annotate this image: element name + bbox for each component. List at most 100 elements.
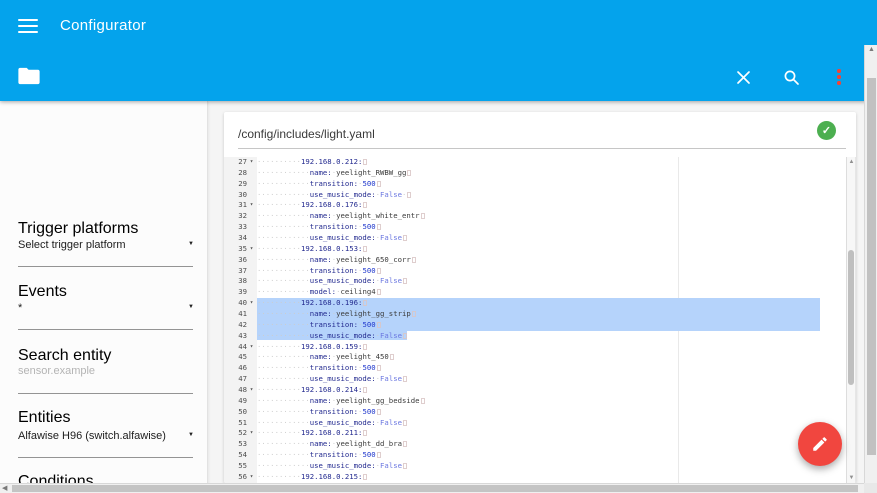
code-line[interactable]: ············name:·yeelight_gg_bedside — [257, 396, 823, 407]
line-number[interactable]: 42 — [224, 320, 257, 331]
code-line[interactable]: ············name:·yeelight_450 — [257, 352, 823, 363]
page-horizontal-scrollbar[interactable]: ◀ — [0, 483, 864, 493]
fold-arrow-icon[interactable]: ▾ — [247, 244, 256, 255]
line-number[interactable]: 37 — [224, 266, 257, 277]
code-line[interactable]: ··········192.168.0.211: — [257, 428, 823, 439]
line-number[interactable]: 43 — [224, 331, 257, 342]
editor-scrollbar-thumb[interactable] — [848, 250, 854, 385]
folder-icon[interactable] — [18, 67, 40, 85]
line-number[interactable]: 49 — [224, 396, 257, 407]
scroll-left-icon[interactable]: ◀ — [2, 484, 7, 492]
entities-value: Alfawise H96 (switch.alfawise) — [18, 430, 166, 442]
overflow-menu-icon[interactable] — [829, 67, 849, 87]
line-number[interactable]: 30 — [224, 190, 257, 201]
editor-scrollbar[interactable]: ▲ ▼ — [846, 157, 856, 483]
fold-arrow-icon[interactable]: ▾ — [247, 200, 256, 211]
code-line[interactable]: ··········192.168.0.196: — [257, 298, 823, 310]
code-text: ············name:·yeelight_dd_bra — [257, 439, 407, 448]
search-entity-label: Search entity — [18, 347, 112, 364]
code-line[interactable]: ··········192.168.0.215: — [257, 472, 823, 483]
code-line[interactable]: ············transition:·500 — [257, 222, 823, 233]
line-number-gutter[interactable]: 27 ▾ 28 29 30 31 ▾ 32 33 34 35 ▾ 36 37 38 39 40 ▾ 41 42 43 44… — [224, 157, 257, 483]
line-number[interactable]: 38 — [224, 276, 257, 287]
line-number[interactable]: 34 — [224, 233, 257, 244]
search-entity-input[interactable] — [18, 365, 194, 377]
code-line[interactable]: ············name:·yeelight_RWBW_gg — [257, 168, 823, 179]
code-area[interactable]: ··········192.168.0.212: ············name… — [257, 157, 823, 483]
code-line[interactable]: ············transition:·500 — [257, 363, 823, 374]
code-line[interactable]: ············use_music_mode:·False· — [257, 190, 823, 201]
line-number[interactable]: 44 ▾ — [224, 342, 257, 353]
code-line[interactable]: ············transition:·500 — [257, 179, 823, 190]
code-line[interactable]: ············name:·yeelight_gg_strip — [257, 309, 823, 320]
line-number[interactable]: 47 — [224, 374, 257, 385]
search-icon[interactable] — [781, 67, 801, 87]
line-number[interactable]: 56 ▾ — [224, 472, 257, 483]
code-line[interactable]: ············use_music_mode:·False — [257, 418, 823, 429]
code-line[interactable]: ············use_music_mode:·False — [257, 461, 823, 472]
close-icon[interactable] — [733, 67, 753, 87]
scroll-down-icon[interactable]: ▼ — [847, 475, 856, 481]
line-number[interactable]: 41 — [224, 309, 257, 320]
page-horizontal-scrollbar-thumb[interactable] — [12, 485, 858, 492]
code-line[interactable]: ············name:·yeelight_650_corr — [257, 255, 823, 266]
code-line[interactable]: ············name:·yeelight_white_entr — [257, 211, 823, 222]
line-number[interactable]: 31 ▾ — [224, 200, 257, 211]
line-number[interactable]: 40 ▾ — [224, 298, 257, 309]
code-line[interactable]: ··········192.168.0.153: — [257, 244, 823, 255]
code-line[interactable]: ············transition:·500 — [257, 450, 823, 461]
code-line[interactable]: ··········192.168.0.176: — [257, 200, 823, 211]
fold-arrow-icon[interactable]: ▾ — [247, 472, 256, 483]
line-number[interactable]: 52 ▾ — [224, 428, 257, 439]
code-line[interactable]: ············use_music_mode:·False — [257, 233, 823, 244]
fold-arrow-icon[interactable]: ▾ — [247, 342, 256, 353]
page-vertical-scrollbar-thumb[interactable] — [867, 78, 876, 455]
line-number[interactable]: 29 — [224, 179, 257, 190]
fold-arrow-icon[interactable]: ▾ — [247, 385, 256, 396]
line-number[interactable]: 55 — [224, 461, 257, 472]
line-number[interactable]: 33 — [224, 222, 257, 233]
code-line[interactable]: ··········192.168.0.214: — [257, 385, 823, 396]
code-line[interactable]: ············model:·ceiling4 — [257, 287, 823, 298]
edit-fab-button[interactable] — [798, 422, 842, 466]
invisible-eol-marker — [403, 278, 407, 285]
line-number[interactable]: 45 — [224, 352, 257, 363]
page-vertical-scrollbar[interactable]: ▲ ▼ — [864, 45, 877, 493]
code-line[interactable]: ············transition:·500 — [257, 319, 823, 331]
code-line[interactable]: ··········192.168.0.212: — [257, 157, 823, 168]
line-number[interactable]: 51 — [224, 418, 257, 429]
events-select[interactable]: * ▼ — [18, 302, 194, 314]
code-text: ············use_music_mode:·False — [257, 418, 407, 427]
line-number[interactable]: 36 — [224, 255, 257, 266]
line-number[interactable]: 46 — [224, 363, 257, 374]
code-editor[interactable]: 27 ▾ 28 29 30 31 ▾ 32 33 34 35 ▾ 36 37 38 39 40 ▾ 41 42 43 44… — [224, 157, 856, 483]
line-number[interactable]: 39 — [224, 287, 257, 298]
line-number[interactable]: 32 — [224, 211, 257, 222]
line-number[interactable]: 50 — [224, 407, 257, 418]
invisible-eol-marker — [363, 387, 368, 394]
scroll-up-icon[interactable]: ▲ — [868, 46, 875, 53]
entities-select[interactable]: Alfawise H96 (switch.alfawise) ▼ — [18, 430, 194, 442]
code-line[interactable]: ··········192.168.0.159: — [257, 342, 823, 353]
divider — [18, 266, 193, 267]
code-line[interactable]: ············use_music_mode:·False — [257, 276, 823, 287]
code-line[interactable]: ············use_music_mode:·False — [257, 374, 823, 385]
code-line[interactable]: ············use_music_mode:·False — [257, 330, 823, 342]
line-number[interactable]: 53 — [224, 439, 257, 450]
fold-arrow-icon[interactable]: ▾ — [247, 298, 256, 309]
line-number[interactable]: 48 ▾ — [224, 385, 257, 396]
line-number[interactable]: 54 — [224, 450, 257, 461]
code-line[interactable]: ············name:·yeelight_dd_bra — [257, 439, 823, 450]
line-number[interactable]: 28 — [224, 168, 257, 179]
line-number[interactable]: 27 ▾ — [224, 157, 257, 168]
hamburger-menu-icon[interactable] — [18, 19, 38, 33]
fold-arrow-icon[interactable]: ▾ — [247, 157, 256, 168]
chevron-down-icon: ▼ — [188, 432, 194, 438]
fold-arrow-icon[interactable]: ▾ — [247, 428, 256, 439]
trigger-platform-select[interactable]: Select trigger platform ▼ — [18, 239, 194, 251]
code-line[interactable]: ············transition:·500 — [257, 407, 823, 418]
scroll-up-icon[interactable]: ▲ — [847, 159, 856, 165]
file-path-input[interactable]: /config/includes/light.yaml — [238, 127, 375, 141]
line-number[interactable]: 35 ▾ — [224, 244, 257, 255]
code-line[interactable]: ············transition:·500 — [257, 266, 823, 277]
